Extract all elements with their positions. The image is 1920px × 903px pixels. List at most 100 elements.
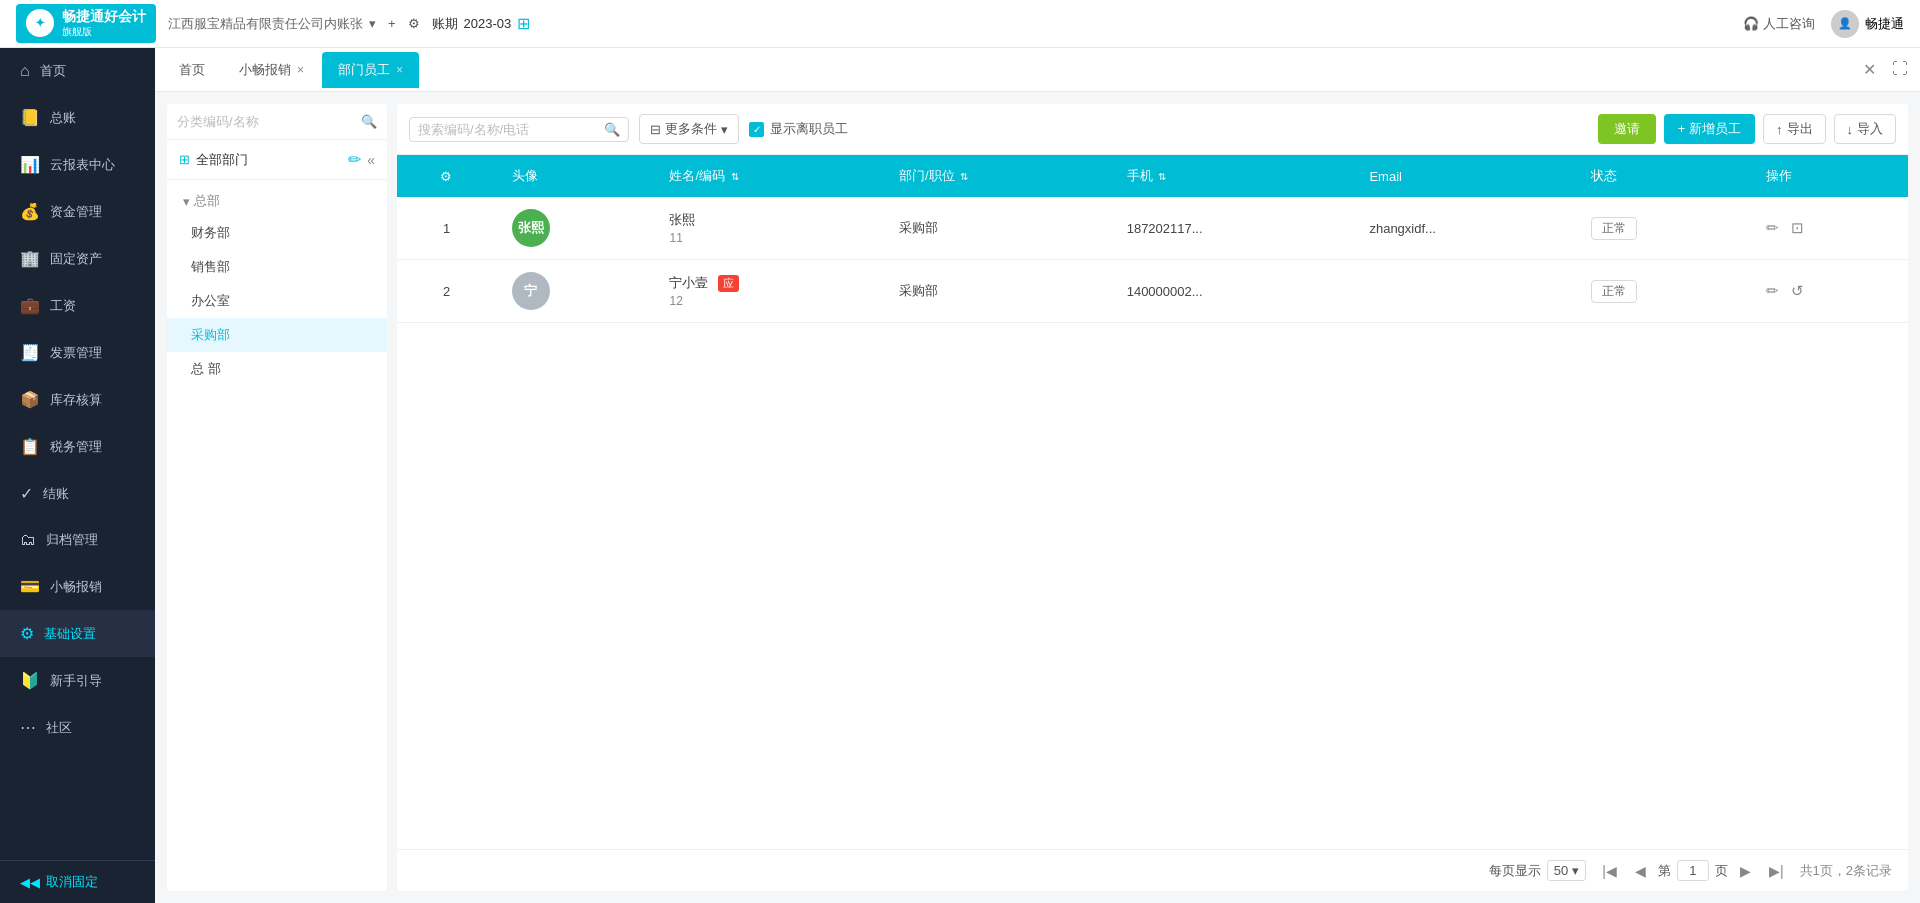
export-icon: ↑ (1776, 122, 1783, 137)
dept-edit-button[interactable]: ✏ (348, 150, 361, 169)
settings-button[interactable]: ⚙ (408, 16, 420, 31)
calendar-icon[interactable]: ⊞ (517, 14, 530, 33)
content-area: 首页 小畅报销 × 部门员工 × ✕ ⛶ 🔍 (155, 48, 1920, 903)
add-button[interactable]: + (388, 16, 396, 31)
company-selector[interactable]: 江西服宝精品有限责任公司内账张 ▾ (168, 15, 376, 33)
sidebar-item-archive[interactable]: 🗂 归档管理 (0, 517, 155, 563)
add-employee-button[interactable]: + 新增员工 (1664, 114, 1755, 144)
dropdown-icon: ▾ (369, 16, 376, 31)
employee-search-input[interactable] (418, 122, 598, 137)
dept-search-input[interactable] (177, 114, 355, 129)
dept-search-icon[interactable]: 🔍 (361, 114, 377, 129)
invoice-icon: 🧾 (20, 343, 40, 362)
refresh-icon-2[interactable]: ↺ (1791, 282, 1804, 300)
dept-node-head[interactable]: 总 部 (167, 352, 387, 386)
col-dept[interactable]: 部门/职位 ⇅ (883, 155, 1111, 197)
table-toolbar: 🔍 ⊟ 更多条件 ▾ ✓ 显示离职员工 邀请 (397, 104, 1908, 155)
sidebar-item-more[interactable]: ⋯ 社区 (0, 704, 155, 751)
tab-home[interactable]: 首页 (163, 52, 221, 88)
sidebar-item-guide[interactable]: 🔰 新手引导 (0, 657, 155, 704)
export-button[interactable]: ↑ 导出 (1763, 114, 1826, 144)
sidebar-item-inventory[interactable]: 📦 库存核算 (0, 376, 155, 423)
support-label: 人工咨询 (1763, 15, 1815, 33)
period-label: 账期 (432, 15, 458, 33)
page-content: 🔍 ⊞ 全部部门 ✏ « ▾ 总部 财务部 (155, 92, 1920, 903)
sidebar-label-more: 社区 (46, 719, 72, 737)
sidebar-item-home[interactable]: ⌂ 首页 (0, 48, 155, 94)
table-row: 2 宁 宁小壹 应 (397, 260, 1908, 323)
col-phone[interactable]: 手机 ⇅ (1111, 155, 1354, 197)
last-page-button[interactable]: ▶| (1763, 861, 1790, 881)
sidebar-label-guide: 新手引导 (50, 672, 102, 690)
first-page-button[interactable]: |◀ (1596, 861, 1623, 881)
sidebar-item-expense[interactable]: 💳 小畅报销 (0, 563, 155, 610)
sidebar-item-salary[interactable]: 💼 工资 (0, 282, 155, 329)
sidebar-item-invoice[interactable]: 🧾 发票管理 (0, 329, 155, 376)
col-status: 状态 (1575, 155, 1750, 197)
period-value: 2023-03 (464, 16, 512, 31)
next-page-button[interactable]: ▶ (1734, 861, 1757, 881)
guide-icon: 🔰 (20, 671, 40, 690)
show-resigned-area[interactable]: ✓ 显示离职员工 (749, 120, 848, 138)
more-icon: ⋯ (20, 718, 36, 737)
dept-header: ⊞ 全部部门 ✏ « (167, 140, 387, 180)
row-name-1: 张熙 11 (653, 197, 882, 260)
filter-dropdown-icon: ▾ (721, 122, 728, 137)
filter-label: 更多条件 (665, 120, 717, 138)
dept-node-office[interactable]: 办公室 (167, 284, 387, 318)
unpin-button[interactable]: ◀◀ 取消固定 (0, 860, 155, 903)
unpin-icon: ◀◀ (20, 875, 40, 890)
company-name: 江西服宝精品有限责任公司内账张 (168, 15, 363, 33)
dept-tree: 🔍 ⊞ 全部部门 ✏ « ▾ 总部 财务部 (167, 104, 387, 891)
tab-expense-close[interactable]: × (297, 63, 304, 77)
toolbar-right: 邀请 + 新增员工 ↑ 导出 ↓ 导入 (1598, 114, 1896, 144)
show-resigned-checkbox[interactable]: ✓ (749, 122, 764, 137)
dept-node-purchase[interactable]: 采购部 (167, 318, 387, 352)
per-page-dropdown[interactable]: 50 ▾ (1547, 860, 1586, 881)
user-area[interactable]: 👤 畅捷通 (1831, 10, 1904, 38)
user-avatar: 👤 (1831, 10, 1859, 38)
tab-expand[interactable]: ⛶ (1888, 56, 1912, 83)
sidebar-item-ledger[interactable]: 📒 总账 (0, 94, 155, 141)
sidebar-item-settings[interactable]: ⚙ 基础设置 (0, 610, 155, 657)
row-email-1: zhangxidf... (1353, 197, 1575, 260)
sidebar-item-tax[interactable]: 📋 税务管理 (0, 423, 155, 470)
sidebar-item-checkout[interactable]: ✓ 结账 (0, 470, 155, 517)
import-label: 导入 (1857, 120, 1883, 138)
dept-collapse-button[interactable]: « (367, 152, 375, 168)
edit-icon-1[interactable]: ✏ (1766, 219, 1779, 237)
sidebar-label-reports: 云报表中心 (50, 156, 115, 174)
tab-close-all[interactable]: ✕ (1859, 56, 1880, 83)
unpin-label: 取消固定 (46, 873, 98, 891)
support-button[interactable]: 🎧 人工咨询 (1743, 15, 1815, 33)
app-title: 畅捷通好会计 (62, 8, 146, 25)
row-avatar-2: 宁 (496, 260, 653, 323)
row-avatar-1: 张熙 (496, 197, 653, 260)
tab-employee-close[interactable]: × (396, 63, 403, 77)
invite-button[interactable]: 邀请 (1598, 114, 1656, 144)
sidebar-label-funds: 资金管理 (50, 203, 102, 221)
dept-node-finance[interactable]: 财务部 (167, 216, 387, 250)
edit-icon-2[interactable]: ✏ (1766, 282, 1779, 300)
expense-icon: 💳 (20, 577, 40, 596)
filter-button[interactable]: ⊟ 更多条件 ▾ (639, 114, 739, 144)
dept-search-area: 🔍 (167, 104, 387, 140)
tab-expense[interactable]: 小畅报销 × (223, 52, 320, 88)
ledger-icon: 📒 (20, 108, 40, 127)
sidebar-item-funds[interactable]: 💰 资金管理 (0, 188, 155, 235)
col-settings[interactable]: ⚙ (397, 155, 496, 197)
logout-icon-1[interactable]: ⊡ (1791, 219, 1804, 237)
sidebar-item-reports[interactable]: 📊 云报表中心 (0, 141, 155, 188)
current-page-input[interactable]: 1 (1677, 860, 1709, 881)
assets-icon: 🏢 (20, 249, 40, 268)
salary-icon: 💼 (20, 296, 40, 315)
tab-employee[interactable]: 部门员工 × (322, 52, 419, 88)
sidebar-item-assets[interactable]: 🏢 固定资产 (0, 235, 155, 282)
prev-page-button[interactable]: ◀ (1629, 861, 1652, 881)
sort-name-icon: ⇅ (731, 171, 739, 182)
col-name[interactable]: 姓名/编码 ⇅ (653, 155, 882, 197)
import-button[interactable]: ↓ 导入 (1834, 114, 1897, 144)
avatar-ning: 宁 (512, 272, 550, 310)
dept-node-sales[interactable]: 销售部 (167, 250, 387, 284)
logo-area: ✦ 畅捷通好会计 旗舰版 (16, 4, 156, 43)
